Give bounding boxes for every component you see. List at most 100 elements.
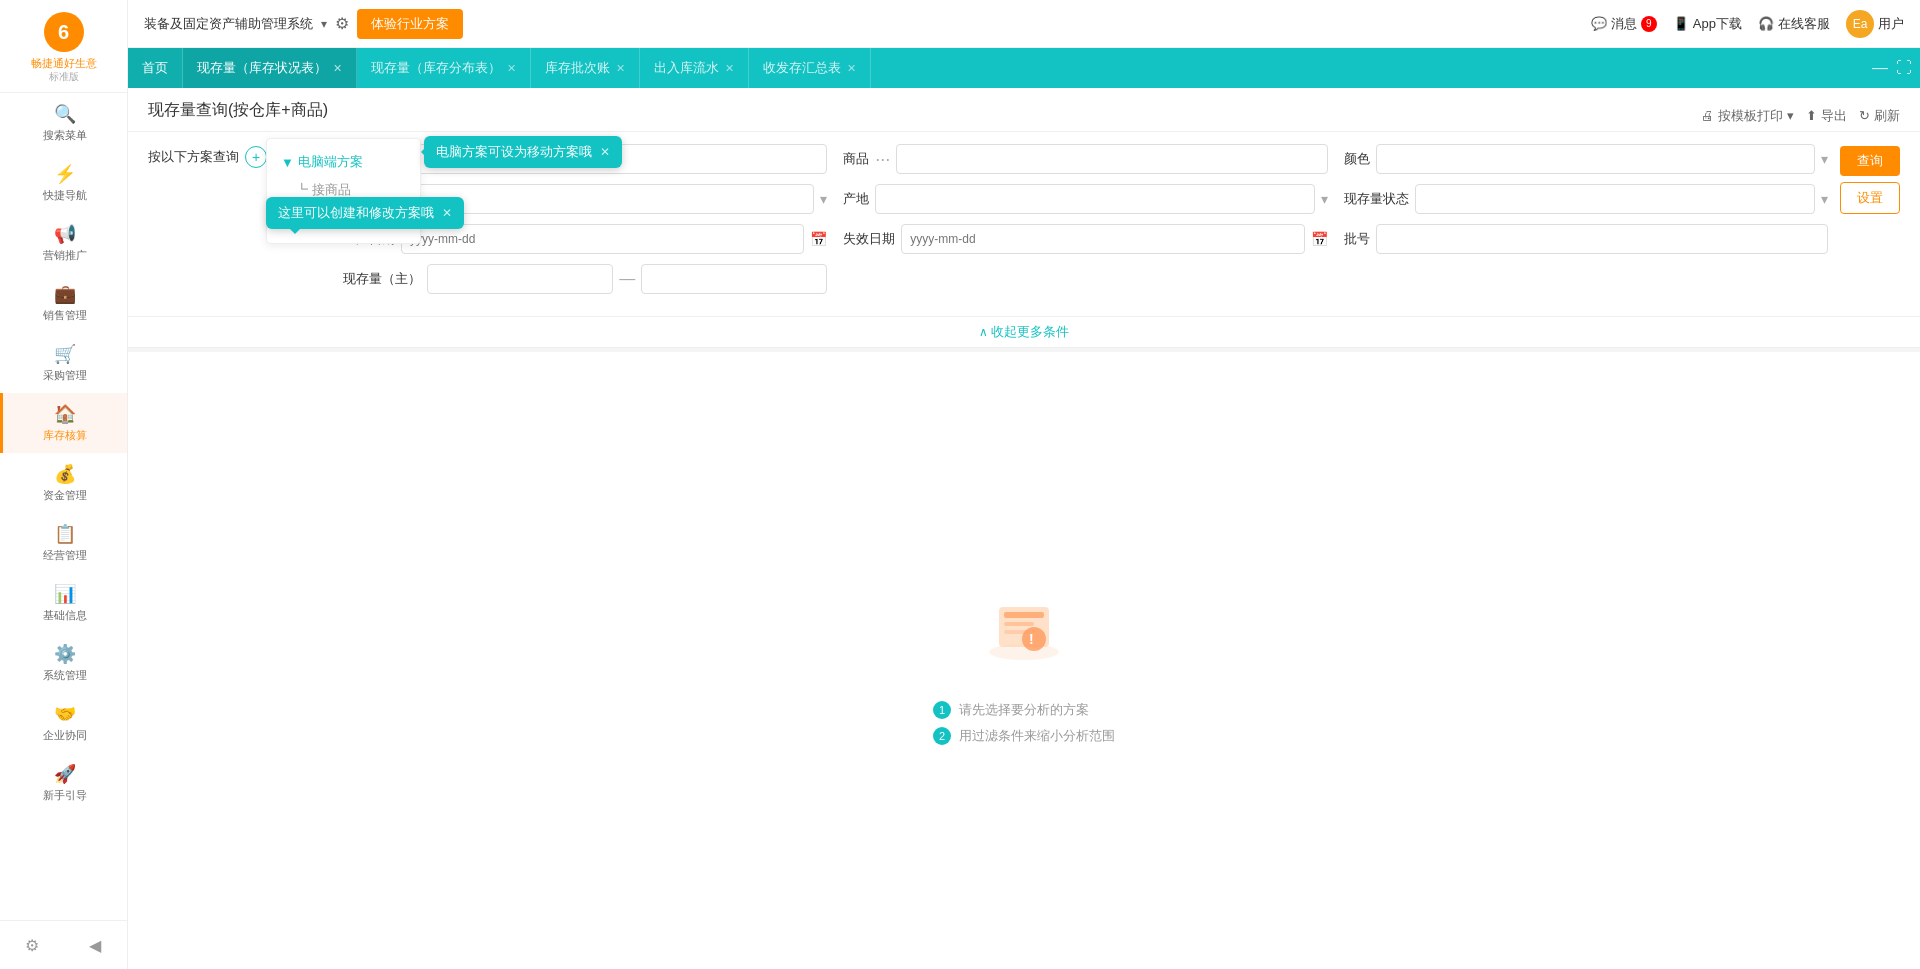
tab-receipt-summary[interactable]: 收发存汇总表 ✕: [749, 48, 871, 88]
collapse-btn[interactable]: ∧ 收起更多条件: [128, 316, 1920, 348]
svg-rect-2: [1004, 612, 1044, 618]
online-service-label: 在线客服: [1778, 15, 1830, 33]
svg-text:!: !: [1029, 631, 1034, 647]
service-icon: 🎧: [1758, 16, 1774, 31]
sidebar: 6 畅捷通好生意 标准版 🔍 搜索菜单 ⚡ 快捷导航 📢 营销推广 💼 销售管理…: [0, 0, 128, 969]
settings-button[interactable]: ⚙: [16, 929, 48, 961]
sidebar-item-collab[interactable]: 🤝 企业协同: [0, 693, 127, 753]
inventory-icon: 🏠: [54, 403, 76, 425]
tab-close-icon[interactable]: ✕: [847, 62, 856, 75]
basicinfo-icon: 📊: [54, 583, 76, 605]
sidebar-item-operations[interactable]: 📋 经营管理: [0, 513, 127, 573]
filter-action-btns: 查询 设置: [1840, 144, 1900, 214]
tab-in-out-flow[interactable]: 出入库流水 ✕: [640, 48, 749, 88]
tab-inventory-status[interactable]: 现存量（库存状况表） ✕: [183, 48, 357, 88]
product-input[interactable]: [896, 144, 1327, 174]
tab-close-icon[interactable]: ✕: [616, 62, 625, 75]
tooltip-arrow: [416, 147, 426, 157]
print-btn[interactable]: 🖨 按模板打印 ▾: [1701, 107, 1794, 125]
topbar-gear-icon[interactable]: ⚙: [335, 14, 349, 33]
size-dropdown-icon[interactable]: ▾: [820, 191, 827, 207]
search-btn[interactable]: 查询: [1840, 146, 1900, 176]
sidebar-item-basicinfo[interactable]: 📊 基础信息: [0, 573, 127, 633]
online-service-btn[interactable]: 🎧 在线客服: [1758, 15, 1830, 33]
mfg-date-input[interactable]: [401, 224, 804, 254]
sysmanage-icon: ⚙️: [54, 643, 76, 665]
system-dropdown-icon[interactable]: ▾: [321, 17, 327, 31]
tab-label: 库存批次账: [545, 59, 610, 77]
sidebar-item-finance[interactable]: 💰 资金管理: [0, 453, 127, 513]
refresh-btn[interactable]: ↻ 刷新: [1859, 107, 1900, 125]
sidebar-item-guide[interactable]: 🚀 新手引导: [0, 753, 127, 813]
app-download-btn[interactable]: 📱 App下载: [1673, 15, 1742, 33]
product-label: 商品: [843, 150, 869, 168]
add-filter-btn[interactable]: +: [245, 146, 267, 168]
product-dots[interactable]: ···: [875, 149, 890, 170]
message-badge: 9: [1641, 16, 1657, 32]
origin-dropdown-icon[interactable]: ▾: [1321, 191, 1328, 207]
mfg-date-icon[interactable]: 📅: [810, 231, 827, 247]
filter-item-exp-date: 失效日期 📅: [843, 224, 1327, 254]
exp-date-icon[interactable]: 📅: [1311, 231, 1328, 247]
tab-close-icon[interactable]: ✕: [507, 62, 516, 75]
sidebar-item-marketing[interactable]: 📢 营销推广: [0, 213, 127, 273]
sidebar-bottom: ⚙ ◀: [0, 920, 127, 969]
edit-tooltip-close[interactable]: ✕: [442, 206, 452, 220]
filter-section: 按以下方案查询 + ↻ ◀◀ 仓库 ···: [128, 132, 1920, 316]
batch-input[interactable]: [1376, 224, 1828, 254]
sidebar-item-search[interactable]: 🔍 搜索菜单: [0, 93, 127, 153]
tab-close-icon[interactable]: ✕: [725, 62, 734, 75]
sidebar-item-sales[interactable]: 💼 销售管理: [0, 273, 127, 333]
step-2-num: 2: [933, 727, 951, 745]
stock-status-dropdown-icon[interactable]: ▾: [1821, 191, 1828, 207]
stock-qty-max[interactable]: [641, 264, 827, 294]
sidebar-item-label: 销售管理: [43, 308, 87, 323]
sidebar-item-label: 营销推广: [43, 248, 87, 263]
sidebar-item-sysmanage[interactable]: ⚙️ 系统管理: [0, 633, 127, 693]
app-subtitle: 标准版: [49, 70, 79, 84]
step-1-num: 1: [933, 701, 951, 719]
tab-batch-account[interactable]: 库存批次账 ✕: [531, 48, 640, 88]
origin-label: 产地: [843, 190, 869, 208]
collab-icon: 🤝: [54, 703, 76, 725]
topbar: 装备及固定资产辅助管理系统 ▾ ⚙ 体验行业方案 💬 消息 9 📱 App下载 …: [128, 0, 1920, 48]
color-label: 颜色: [1344, 150, 1370, 168]
svg-point-5: [1022, 627, 1046, 651]
pc-scheme-item[interactable]: ▼ 电脑端方案: [267, 147, 420, 177]
user-avatar: Ea: [1846, 10, 1874, 38]
tab-home[interactable]: 首页: [128, 48, 183, 88]
sidebar-item-label: 采购管理: [43, 368, 87, 383]
filter-item-stock-qty: 现存量（主） —: [343, 264, 827, 294]
sidebar-item-quicknav[interactable]: ⚡ 快捷导航: [0, 153, 127, 213]
exp-date-input[interactable]: [901, 224, 1304, 254]
edit-tooltip-arrow: [290, 229, 300, 239]
tab-close-icon[interactable]: ✕: [333, 62, 342, 75]
color-dropdown-icon[interactable]: ▾: [1821, 151, 1828, 167]
marketing-icon: 📢: [54, 223, 76, 245]
export-btn[interactable]: ⬆ 导出: [1806, 107, 1847, 125]
sidebar-item-label: 库存核算: [43, 428, 87, 443]
scheme-tooltip-close[interactable]: ✕: [600, 145, 610, 159]
color-input[interactable]: [1376, 144, 1815, 174]
main-area: 装备及固定资产辅助管理系统 ▾ ⚙ 体验行业方案 💬 消息 9 📱 App下载 …: [128, 0, 1920, 969]
purchase-icon: 🛒: [54, 343, 76, 365]
set-btn[interactable]: 设置: [1840, 182, 1900, 214]
page-toolbar: 🖨 按模板打印 ▾ ⬆ 导出 ↻ 刷新: [1701, 107, 1900, 125]
tab-inventory-dist[interactable]: 现存量（库存分布表） ✕: [357, 48, 531, 88]
trial-btn[interactable]: 体验行业方案: [357, 9, 463, 39]
sidebar-item-purchase[interactable]: 🛒 采购管理: [0, 333, 127, 393]
page-content: 现存量查询(按仓库+商品) 🖨 按模板打印 ▾ ⬆ 导出 ↻ 刷新: [128, 88, 1920, 969]
tab-minimize-icon[interactable]: —: [1872, 59, 1888, 77]
finance-icon: 💰: [54, 463, 76, 485]
app-name: 畅捷通好生意: [31, 56, 97, 70]
stock-qty-min[interactable]: [427, 264, 613, 294]
stock-status-input[interactable]: [1415, 184, 1815, 214]
tab-expand-icon[interactable]: ⛶: [1896, 59, 1912, 77]
collapse-label: 收起更多条件: [991, 324, 1069, 339]
origin-input[interactable]: [875, 184, 1314, 214]
message-btn[interactable]: 💬 消息 9: [1591, 15, 1657, 33]
sidebar-item-inventory[interactable]: 🏠 库存核算: [0, 393, 127, 453]
user-area[interactable]: Ea 用户: [1846, 10, 1904, 38]
message-label: 消息: [1611, 15, 1637, 33]
collapse-sidebar-button[interactable]: ◀: [79, 929, 111, 961]
